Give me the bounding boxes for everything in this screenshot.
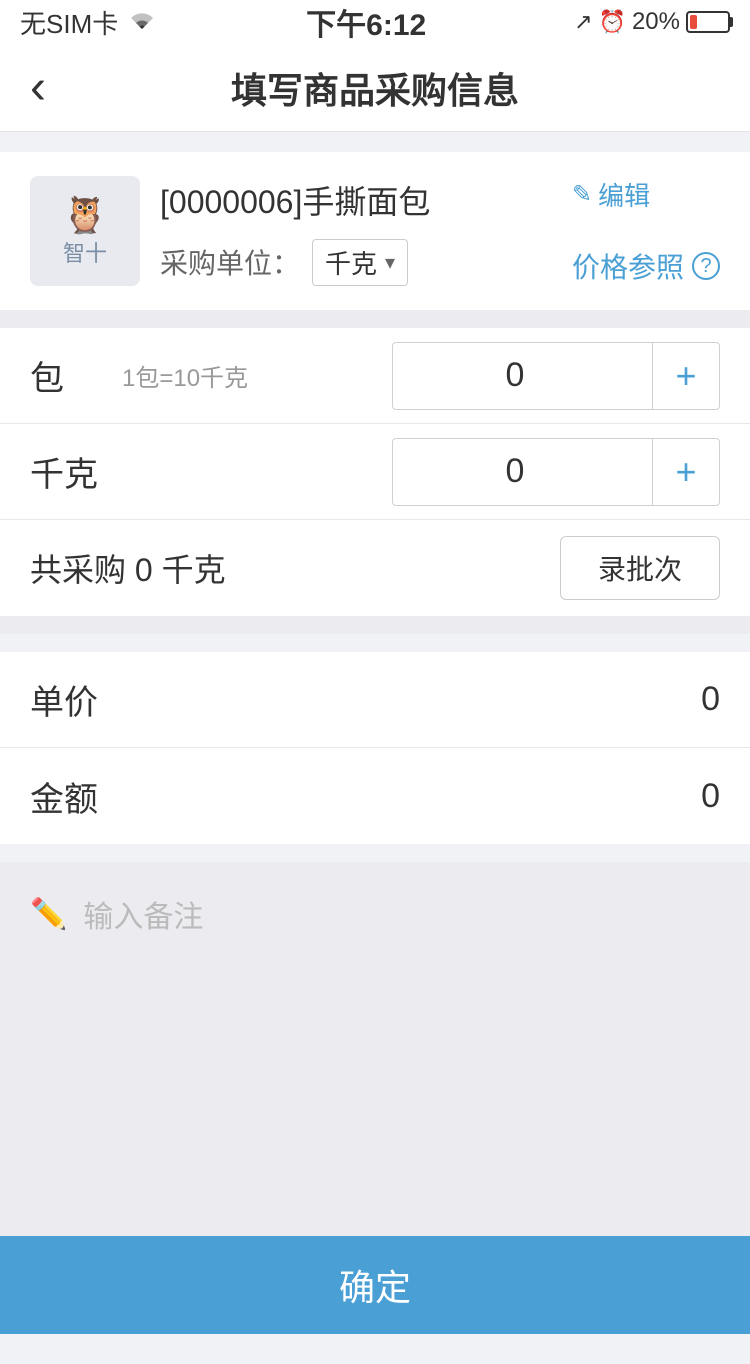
bag-label: 包 bbox=[30, 351, 110, 400]
page-title: 填写商品采购信息 bbox=[231, 62, 519, 114]
divider-2 bbox=[0, 616, 750, 634]
price-ref-label: 价格参照 bbox=[572, 246, 684, 286]
amount-label: 金额 bbox=[30, 772, 98, 821]
bag-input-wrap: + bbox=[248, 342, 720, 410]
unit-price-label: 单价 bbox=[30, 675, 98, 724]
notes-section[interactable]: ✏️ 输入备注 bbox=[0, 862, 750, 966]
status-carrier: 无SIM卡 bbox=[20, 4, 158, 41]
kg-plus-button[interactable]: + bbox=[652, 438, 720, 506]
bag-input[interactable] bbox=[392, 342, 652, 410]
product-info: [0000006]手撕面包 采购单位： 千克 ▾ bbox=[160, 177, 552, 286]
back-button[interactable]: ‹ bbox=[30, 60, 46, 115]
confirm-button[interactable]: 确定 bbox=[0, 1236, 750, 1334]
location-icon: ↗ bbox=[574, 9, 592, 35]
notes-placeholder: 输入备注 bbox=[83, 892, 203, 936]
product-image: 🦉 智十 bbox=[30, 176, 140, 286]
bottom-space bbox=[0, 966, 750, 1266]
bag-sublabel: 1包=10千克 bbox=[122, 358, 248, 393]
unit-label: 采购单位： bbox=[160, 242, 300, 282]
status-time: 下午6:12 bbox=[306, 0, 426, 44]
bag-input-row: 包 1包=10千克 + bbox=[0, 328, 750, 424]
carrier-text: 无SIM卡 bbox=[20, 4, 118, 41]
wifi-icon bbox=[126, 11, 158, 33]
unit-price-value: 0 bbox=[701, 680, 720, 719]
input-section: 包 1包=10千克 + 千克 + 共采购 0 千克 录批次 bbox=[0, 328, 750, 616]
nav-bar: ‹ 填写商品采购信息 bbox=[0, 44, 750, 132]
price-ref-help-icon: ? bbox=[692, 252, 720, 280]
price-ref-button[interactable]: 价格参照 ? bbox=[572, 246, 720, 286]
status-bar: 无SIM卡 下午6:12 ↗ ⏰ 20% bbox=[0, 0, 750, 44]
pencil-icon: ✏️ bbox=[30, 897, 67, 932]
bag-plus-button[interactable]: + bbox=[652, 342, 720, 410]
amount-row: 金额 0 bbox=[0, 748, 750, 844]
batch-button[interactable]: 录批次 bbox=[560, 536, 720, 600]
summary-row: 共采购 0 千克 录批次 bbox=[0, 520, 750, 616]
unit-value: 千克 bbox=[325, 244, 377, 281]
unit-selector[interactable]: 千克 ▾ bbox=[312, 239, 408, 286]
status-right: ↗ ⏰ 20% bbox=[574, 8, 730, 36]
edit-button[interactable]: ✎ 编辑 bbox=[572, 176, 650, 213]
kg-input[interactable] bbox=[392, 438, 652, 506]
battery-icon bbox=[686, 11, 730, 33]
kg-input-row: 千克 + bbox=[0, 424, 750, 520]
product-name: [0000006]手撕面包 bbox=[160, 177, 552, 223]
price-section: 单价 0 金额 0 bbox=[0, 652, 750, 844]
battery-pct: 20% bbox=[632, 8, 680, 36]
unit-dropdown-icon: ▾ bbox=[385, 250, 395, 275]
alarm-icon: ⏰ bbox=[599, 9, 626, 35]
kg-input-wrap: + bbox=[110, 438, 720, 506]
product-unit-row: 采购单位： 千克 ▾ bbox=[160, 239, 552, 286]
kg-label: 千克 bbox=[30, 447, 110, 496]
divider-1 bbox=[0, 310, 750, 328]
amount-value: 0 bbox=[701, 777, 720, 816]
summary-text: 共采购 0 千克 bbox=[30, 545, 226, 591]
product-card: 🦉 智十 [0000006]手撕面包 采购单位： 千克 ▾ ✎ 编辑 价格参照 … bbox=[0, 152, 750, 310]
product-card-right: ✎ 编辑 价格参照 ? bbox=[572, 176, 720, 286]
edit-icon: ✎ bbox=[572, 180, 592, 209]
unit-price-row: 单价 0 bbox=[0, 652, 750, 748]
